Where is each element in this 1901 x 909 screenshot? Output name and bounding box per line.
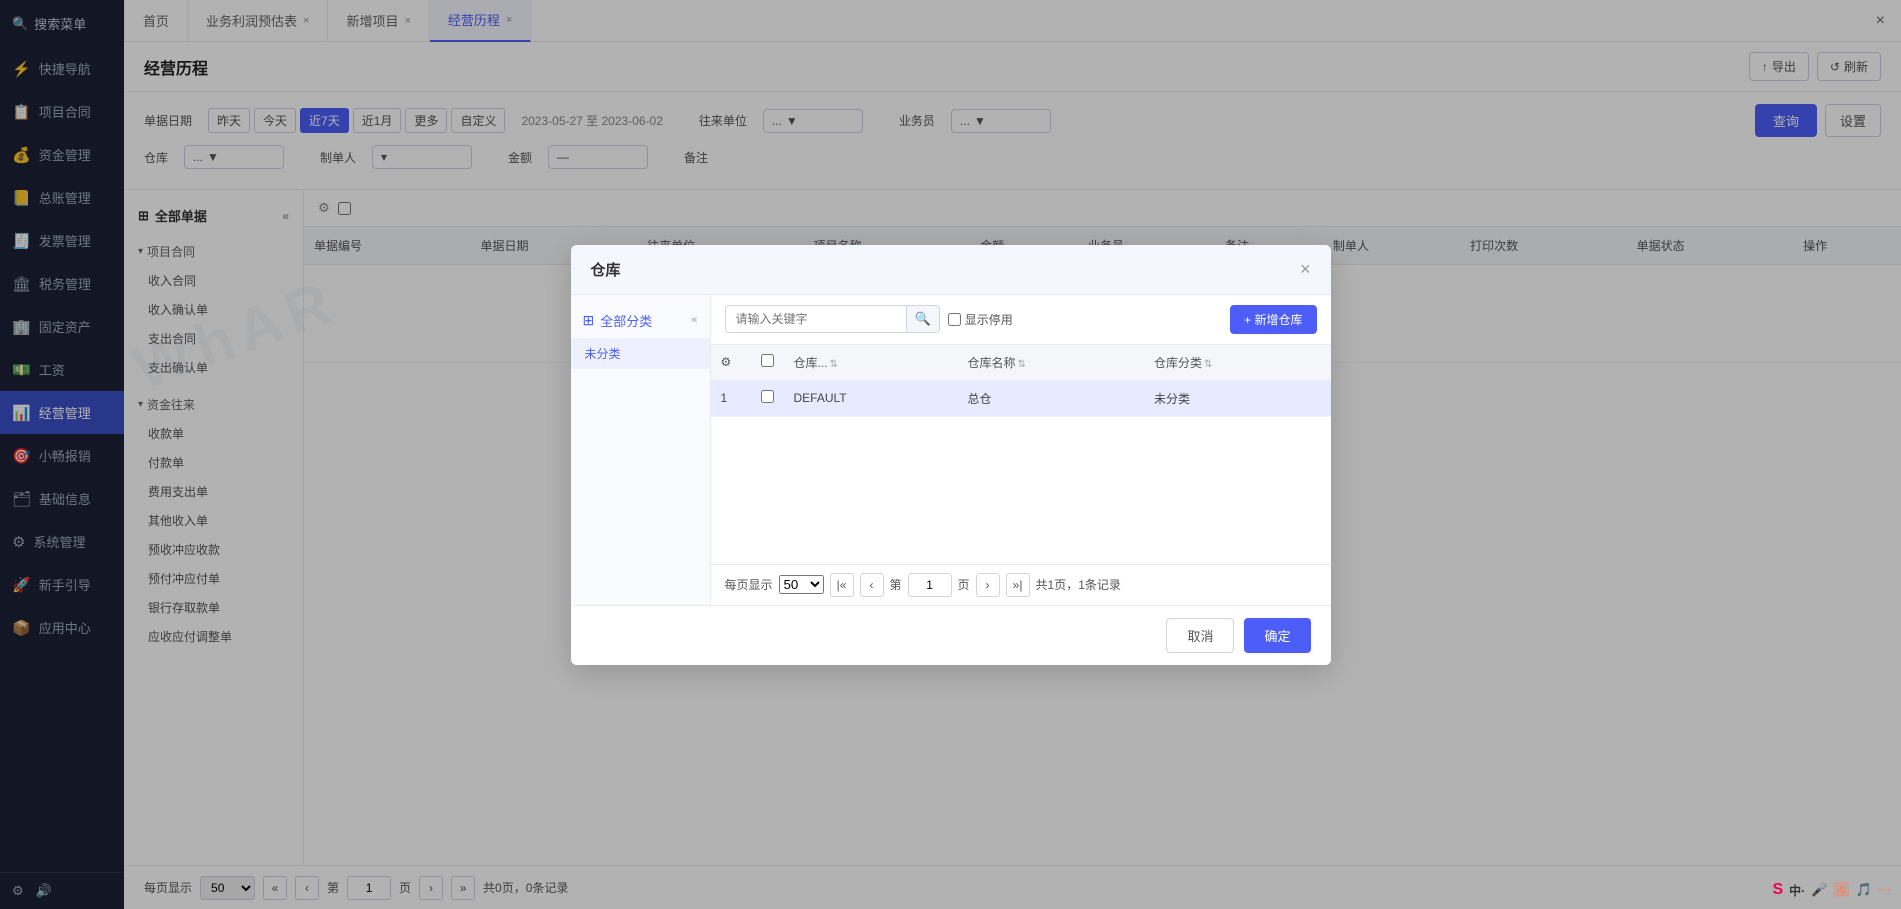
modal-close-button[interactable]: × [1300,259,1311,280]
modal-table-wrap: ⚙ 仓库...⇅ 仓库名称⇅ [711,345,1331,564]
modal-all-label: 全部分类 [600,311,652,330]
modal-last-page-btn[interactable]: »| [1006,573,1030,597]
modal-first-page-btn[interactable]: |« [830,573,854,597]
modal-right-panel: 🔍 显示停用 + 新增仓库 ⚙ [711,295,1331,605]
th-name: 仓库名称⇅ [957,345,1144,381]
modal-title: 仓库 [591,259,621,280]
row-settings: 1 [711,380,751,416]
th-checkbox [751,345,784,381]
modal-cancel-button[interactable]: 取消 [1166,618,1234,653]
modal-toolbar: 🔍 显示停用 + 新增仓库 [711,295,1331,345]
mic-icon[interactable]: 🎤 [1811,882,1827,898]
music-icon[interactable]: 🎵 [1856,882,1872,898]
modal-search-input[interactable] [726,307,906,331]
row-code: DEFAULT [784,380,958,416]
row-checkbox [751,380,784,416]
th-settings: ⚙ [711,345,751,381]
modal-per-page-label: 每页显示 [725,576,773,593]
modal-page-word: 第 [890,576,902,593]
modal-collapse-icon[interactable]: « [691,314,697,326]
show-disabled-label[interactable]: 显示停用 [948,311,1013,328]
logo-text: 中· [1789,882,1805,899]
logo-s-icon: S [1772,881,1783,899]
modal-total-text: 共1页，1条记录 [1036,576,1121,593]
bottom-logo: S 中· 🎤 🖼 🎵 ⋯ [1772,881,1891,899]
image-icon[interactable]: 🖼 [1833,882,1850,898]
modal-grid-icon: ⊞ [583,312,595,329]
show-disabled-checkbox[interactable] [948,313,961,326]
warehouse-modal: 仓库 × ⊞ 全部分类 « 未分类 [571,245,1331,665]
sort-icon-code: ⇅ [830,359,838,370]
modal-table: ⚙ 仓库...⇅ 仓库名称⇅ [711,345,1331,417]
modal-search-button[interactable]: 🔍 [906,306,939,332]
th-code: 仓库...⇅ [784,345,958,381]
modal-per-page-select[interactable]: 50 10 20 100 [779,575,824,594]
modal-next-page-btn[interactable]: › [976,573,1000,597]
modal-backdrop: 仓库 × ⊞ 全部分类 « 未分类 [0,0,1901,909]
modal-page-label: 页 [958,576,970,593]
modal-select-all-checkbox[interactable] [761,354,774,367]
row-name: 总仓 [957,380,1144,416]
unclassified-label: 未分类 [585,347,621,361]
modal-search-wrap: 🔍 [725,305,940,333]
modal-body: ⊞ 全部分类 « 未分类 🔍 显示停用 [571,295,1331,605]
row-select-checkbox[interactable] [761,390,774,403]
th-category: 仓库分类⇅ [1144,345,1331,381]
more-icon[interactable]: ⋯ [1878,882,1891,898]
modal-confirm-button[interactable]: 确定 [1244,618,1310,653]
modal-page-number-input[interactable] [908,573,952,597]
row-category: 未分类 [1144,380,1331,416]
modal-left-panel: ⊞ 全部分类 « 未分类 [571,295,711,605]
modal-footer: 取消 确定 [571,605,1331,665]
modal-pagination: 每页显示 50 10 20 100 |« ‹ 第 页 › »| 共1页，1条记录 [711,564,1331,605]
modal-table-header-row: ⚙ 仓库...⇅ 仓库名称⇅ [711,345,1331,381]
sort-icon-category: ⇅ [1204,359,1212,370]
modal-left-item-unclassified[interactable]: 未分类 [571,338,710,369]
modal-header: 仓库 × [571,245,1331,295]
modal-left-header[interactable]: ⊞ 全部分类 « [571,303,710,338]
sort-icon-name: ⇅ [1017,359,1025,370]
add-warehouse-button[interactable]: + 新增仓库 [1230,305,1316,334]
modal-table-row[interactable]: 1 DEFAULT 总仓 未分类 [711,380,1331,416]
show-disabled-text: 显示停用 [965,311,1013,328]
modal-prev-page-btn[interactable]: ‹ [860,573,884,597]
